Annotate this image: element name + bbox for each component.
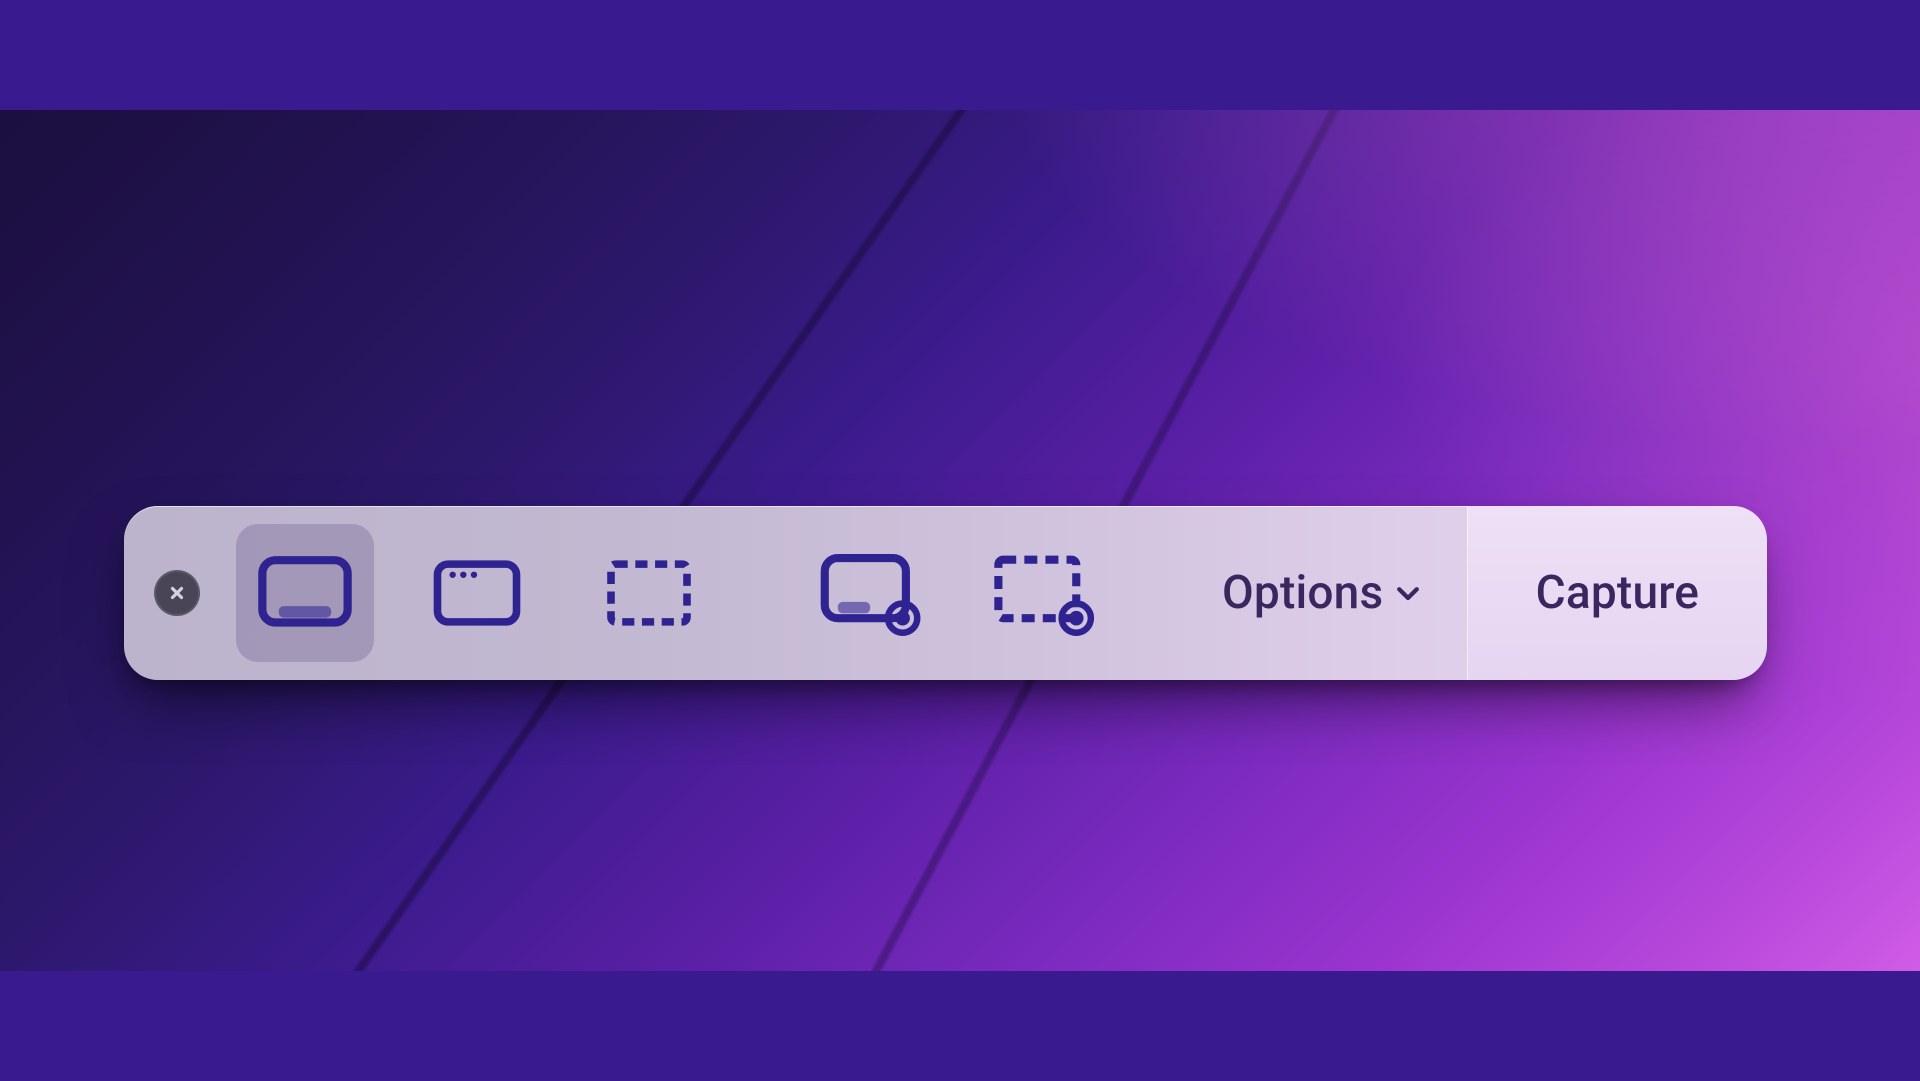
close-icon: [165, 581, 189, 605]
capture-button[interactable]: Capture: [1467, 506, 1767, 680]
options-button[interactable]: Options: [1178, 506, 1467, 680]
options-label: Options: [1222, 566, 1383, 620]
close-button-wrap: [124, 570, 218, 616]
capture-window-button[interactable]: [408, 524, 546, 662]
capture-entire-screen-button[interactable]: [236, 524, 374, 662]
screen-record-icon: [817, 550, 925, 636]
desktop: Options Capture: [0, 0, 1920, 1081]
screenshot-toolbar: Options Capture: [124, 506, 1762, 680]
record-group: [784, 506, 1130, 680]
selection-icon: [601, 555, 697, 631]
selection-record-icon: [989, 550, 1097, 636]
screen-icon: [254, 552, 356, 634]
capture-group: [218, 506, 736, 680]
close-button[interactable]: [154, 570, 200, 616]
capture-selection-button[interactable]: [580, 524, 718, 662]
record-selection-button[interactable]: [974, 524, 1112, 662]
window-icon: [429, 555, 525, 631]
record-entire-screen-button[interactable]: [802, 524, 940, 662]
chevron-down-icon: [1393, 578, 1423, 608]
capture-label: Capture: [1536, 566, 1699, 620]
